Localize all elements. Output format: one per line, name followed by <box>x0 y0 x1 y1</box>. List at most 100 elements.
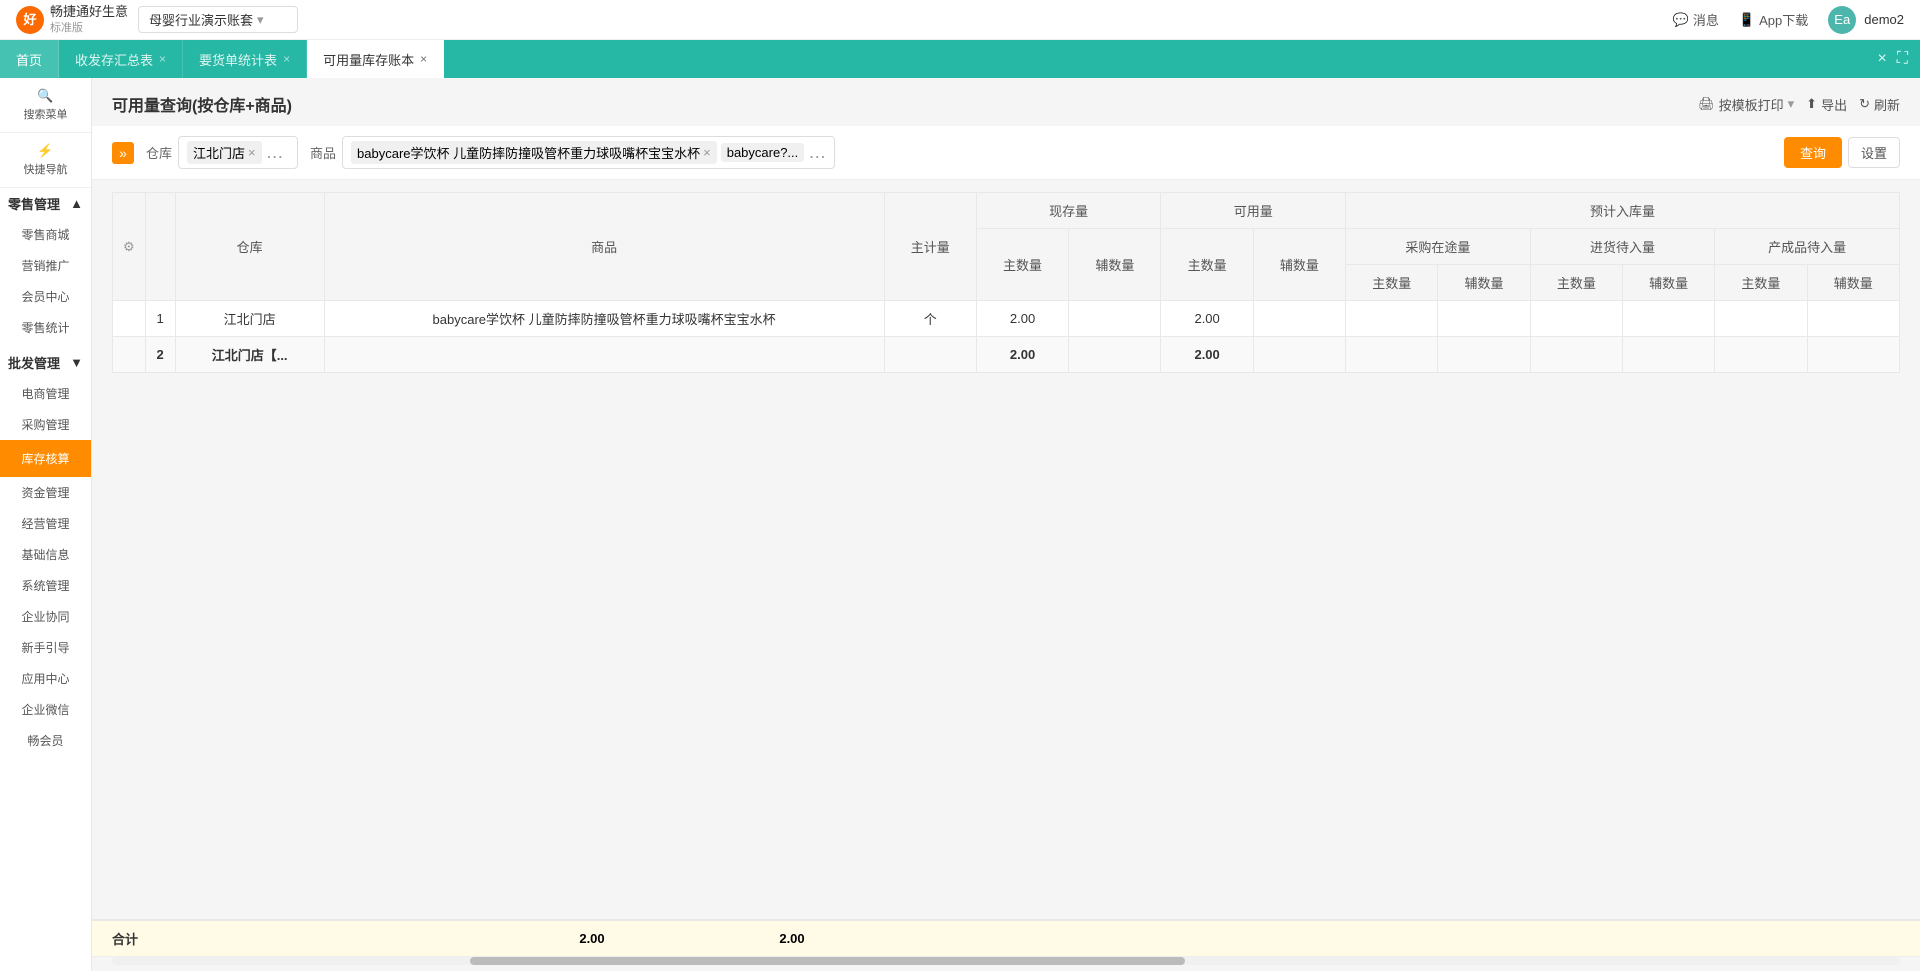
product-tag-2: babycare?... <box>721 143 805 162</box>
cell-warehouse-1: 江北门店 <box>175 301 324 337</box>
table-group-row: 2 江北门店【... 2.00 2.00 <box>113 337 1900 373</box>
sidebar-item-enterprise-collab[interactable]: 企业协同 <box>0 601 91 632</box>
cell-pur-main-1 <box>1346 301 1438 337</box>
tab-home[interactable]: 首页 <box>0 40 59 78</box>
product-more-icon[interactable]: … <box>808 142 826 163</box>
content-area: 可用量查询(按仓库+商品) 🖨 按模板打印 ▾ ⬆ 导出 ↻ 刷新 » <box>92 78 1920 971</box>
export-icon: ⬆ <box>1806 96 1817 112</box>
cell-unit-2 <box>884 337 976 373</box>
th-rownum <box>145 193 175 301</box>
sidebar-item-retail-mall[interactable]: 零售商城 <box>0 219 91 250</box>
th-purchase-main: 主数量 <box>1346 265 1438 301</box>
warehouse-more-icon[interactable]: … <box>266 142 284 163</box>
sidebar-item-member[interactable]: 畅会员 <box>0 725 91 756</box>
cell-pur-sub-1 <box>1438 301 1530 337</box>
sidebar: 🔍 搜索菜单 ⚡ 快捷导航 零售管理 ▲ 零售商城 营销推广 会员中心 零售统计… <box>0 78 92 971</box>
th-available-main: 主数量 <box>1161 229 1253 301</box>
warehouse-tag-close[interactable]: × <box>248 145 256 160</box>
print-icon: 🖨 <box>1698 96 1715 112</box>
sidebar-item-marketing[interactable]: 营销推广 <box>0 250 91 281</box>
app-download-btn[interactable]: 📱 App下载 <box>1739 10 1808 29</box>
arrow-down-icon: ▼ <box>70 355 83 370</box>
chevron-down-icon: ▾ <box>257 12 264 28</box>
sidebar-item-ecommerce[interactable]: 电商管理 <box>0 378 91 409</box>
product-input[interactable]: babycare学饮杯 儿童防摔防撞吸管杯重力球吸嘴杯宝宝水杯 × babyca… <box>342 136 835 169</box>
message-icon: 💬 <box>1673 12 1689 28</box>
gear-icon[interactable]: ⚙ <box>123 239 135 254</box>
sidebar-shortcut[interactable]: ⚡ 快捷导航 <box>0 133 91 188</box>
cell-gear <box>113 301 146 337</box>
tab-available-stock[interactable]: 可用量库存账本 × <box>307 40 444 78</box>
th-unit: 主计量 <box>884 193 976 301</box>
th-purchase-group: 采购在途量 <box>1346 229 1531 265</box>
sidebar-wholesale-mgmt[interactable]: 批发管理 ▼ <box>0 347 91 378</box>
company-selector[interactable]: 母婴行业演示账套 ▾ <box>138 6 298 33</box>
close-order-stats-icon[interactable]: × <box>283 52 290 66</box>
th-production-sub: 辅数量 <box>1807 265 1899 301</box>
th-available-sub: 辅数量 <box>1253 229 1345 301</box>
cell-inb-sub-2 <box>1622 337 1714 373</box>
sidebar-search-label: 搜索菜单 <box>24 106 68 122</box>
th-production-main: 主数量 <box>1715 265 1807 301</box>
fullscreen-btn[interactable]: ⛶ <box>1897 50 1908 68</box>
close-all-tabs-btn[interactable]: × <box>1877 50 1886 68</box>
nav-actions: × ⛶ <box>1865 40 1920 78</box>
cell-stock-sub-1 <box>1069 301 1161 337</box>
sidebar-item-inventory[interactable]: 库存核算 <box>0 440 91 477</box>
tab-order-stats-label: 要货单统计表 <box>199 50 277 69</box>
th-planned-group: 预计入库量 <box>1346 193 1900 229</box>
message-btn[interactable]: 💬 消息 <box>1673 10 1719 29</box>
refresh-btn[interactable]: ↻ 刷新 <box>1859 95 1900 114</box>
cell-product-1: babycare学饮杯 儿童防摔防撞吸管杯重力球吸嘴杯宝宝水杯 <box>324 301 884 337</box>
th-inbound-group: 进货待入量 <box>1530 229 1715 265</box>
tab-receivable[interactable]: 收发存汇总表 × <box>59 40 183 78</box>
horizontal-scrollbar[interactable] <box>112 957 1900 965</box>
logo-text: 畅捷通好生意 标准版 <box>50 4 128 35</box>
export-btn[interactable]: ⬆ 导出 <box>1806 95 1847 114</box>
tab-order-stats[interactable]: 要货单统计表 × <box>183 40 307 78</box>
cell-avail-sub-2 <box>1253 337 1345 373</box>
sidebar-item-operations[interactable]: 经营管理 <box>0 508 91 539</box>
th-warehouse: 仓库 <box>175 193 324 301</box>
cell-prod-main-2 <box>1715 337 1807 373</box>
cell-pur-sub-2 <box>1438 337 1530 373</box>
scroll-thumb[interactable] <box>470 957 1185 965</box>
th-stock-main: 主数量 <box>976 229 1068 301</box>
sidebar-item-retail-stats[interactable]: 零售统计 <box>0 312 91 343</box>
logo-area: 好 畅捷通好生意 标准版 <box>16 4 128 35</box>
product-tag-1-close[interactable]: × <box>703 145 711 160</box>
cell-stock-sub-2 <box>1069 337 1161 373</box>
sidebar-item-new-guide[interactable]: 新手引导 <box>0 632 91 663</box>
query-btn[interactable]: 查询 <box>1784 137 1842 168</box>
table-wrap: ⚙ 仓库 商品 主计量 现存量 可用量 预计入库量 主数量 辅数量 主数量 <box>92 180 1920 919</box>
sidebar-item-purchase[interactable]: 采购管理 <box>0 409 91 440</box>
warehouse-input[interactable]: 江北门店 × … <box>178 136 298 169</box>
tab-home-label: 首页 <box>16 50 42 69</box>
sidebar-item-finance[interactable]: 资金管理 <box>0 477 91 508</box>
header-actions: 🖨 按模板打印 ▾ ⬆ 导出 ↻ 刷新 <box>1698 95 1900 114</box>
nav-tabs: 首页 收发存汇总表 × 要货单统计表 × 可用量库存账本 × × ⛶ <box>0 40 1920 78</box>
th-stock-group: 现存量 <box>976 193 1161 229</box>
page-header: 可用量查询(按仓库+商品) 🖨 按模板打印 ▾ ⬆ 导出 ↻ 刷新 <box>92 78 1920 126</box>
product-tag-1: babycare学饮杯 儿童防摔防撞吸管杯重力球吸嘴杯宝宝水杯 × <box>351 141 717 164</box>
th-inbound-main: 主数量 <box>1530 265 1622 301</box>
top-bar-left: 好 畅捷通好生意 标准版 母婴行业演示账套 ▾ <box>16 4 298 35</box>
arrow-icon: ▲ <box>70 196 83 211</box>
th-gear[interactable]: ⚙ <box>113 193 146 301</box>
user-menu[interactable]: Ea demo2 <box>1828 6 1904 34</box>
filter-expand-btn[interactable]: » <box>112 142 134 164</box>
sidebar-search[interactable]: 🔍 搜索菜单 <box>0 78 91 133</box>
th-production-group: 产成品待入量 <box>1715 229 1900 265</box>
sidebar-retail-mgmt[interactable]: 零售管理 ▲ <box>0 188 91 219</box>
sidebar-item-enterprise-wechat[interactable]: 企业微信 <box>0 694 91 725</box>
sidebar-item-system[interactable]: 系统管理 <box>0 570 91 601</box>
template-print-btn[interactable]: 🖨 按模板打印 ▾ <box>1698 95 1794 114</box>
sidebar-item-app-center[interactable]: 应用中心 <box>0 663 91 694</box>
sidebar-item-basic-info[interactable]: 基础信息 <box>0 539 91 570</box>
settings-btn[interactable]: 设置 <box>1848 137 1900 168</box>
cell-rownum-1: 1 <box>145 301 175 337</box>
close-available-stock-icon[interactable]: × <box>420 52 427 66</box>
sidebar-item-member-center[interactable]: 会员中心 <box>0 281 91 312</box>
close-receivable-icon[interactable]: × <box>159 52 166 66</box>
cell-avail-main-2: 2.00 <box>1161 337 1253 373</box>
